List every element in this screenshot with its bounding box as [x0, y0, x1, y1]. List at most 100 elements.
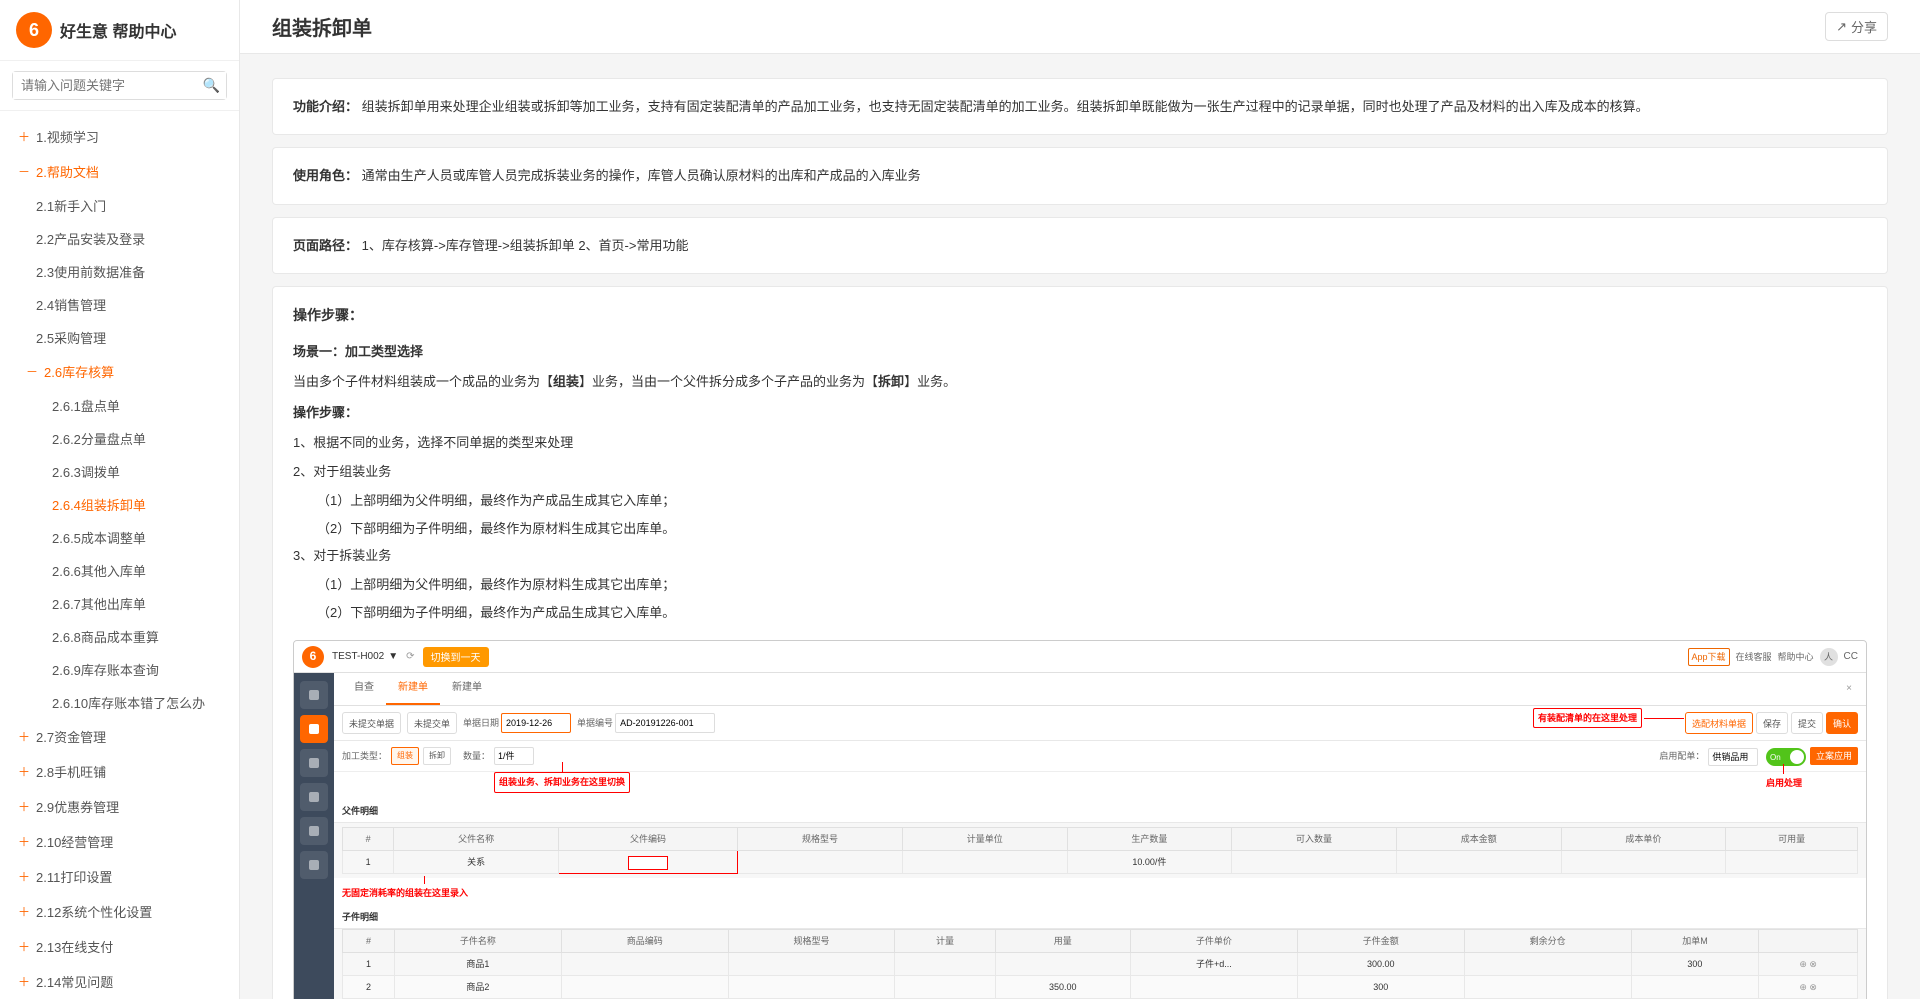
- sidebar-item-stock-query[interactable]: 2.6.9库存账本查询: [0, 653, 239, 686]
- sidebar-item-assembly[interactable]: 2.6.4组装拆卸单: [0, 488, 239, 521]
- mock-no-label: 单据编号: [577, 715, 613, 731]
- table-row: 1 关系 10.00/件: [343, 851, 1858, 874]
- search-icon[interactable]: 🔍: [203, 77, 220, 94]
- mock-type-disassembly-btn[interactable]: 拆卸: [423, 747, 451, 765]
- sidebar-item-mobile[interactable]: ＋ 2.8手机旺铺: [0, 754, 239, 789]
- toggle-on-text: On: [1770, 751, 1781, 765]
- mock-apply-btn[interactable]: 立案应用: [1810, 747, 1858, 765]
- share-button[interactable]: ↗ 分享: [1825, 12, 1888, 41]
- mock-uncommitted-btn[interactable]: 未提交单据: [342, 712, 401, 734]
- plus-icon6: ＋: [16, 869, 32, 885]
- sidebar-item-install[interactable]: 2.2产品安装及登录: [0, 222, 239, 255]
- mock-toggle-knob: [1790, 750, 1804, 764]
- search-input[interactable]: [13, 72, 226, 99]
- sidebar-item-new-user[interactable]: 2.1新手入门: [0, 189, 239, 222]
- mock-upper-table: # 父件名称 父件编码 规格型号 计量单位 生产数量 可入数量 成本金额 成本单: [342, 827, 1858, 874]
- mock-date-input[interactable]: [501, 713, 571, 733]
- mock-td-parent-name: 关系: [394, 851, 559, 874]
- sidebar: 6 好生意 帮助中心 🔍 ＋ 1.视频学习 － 2.帮助文档 2.1新手入门 2…: [0, 0, 240, 999]
- mock-th-in-qty: 可入数量: [1232, 827, 1397, 850]
- annotation-enable-hint: 启用处理: [1762, 764, 1806, 792]
- sidebar-item-split-stock[interactable]: 2.6.2分量盘点单: [0, 422, 239, 455]
- step-2: 2、对于组装业务: [293, 460, 1867, 483]
- mock-th-child-extra: 加单M: [1631, 929, 1759, 952]
- sidebar-item-print[interactable]: ＋ 2.11打印设置: [0, 859, 239, 894]
- share-icon: ↗: [1836, 19, 1847, 35]
- mock-submit-btn[interactable]: 提交: [1791, 712, 1823, 734]
- mock-type-assembly-btn[interactable]: 组装: [391, 747, 419, 765]
- mock-parent-code-input[interactable]: [628, 856, 668, 870]
- mock-row-action[interactable]: ⊕ ⊗: [1799, 959, 1817, 969]
- mock-th-spec: 规格型号: [738, 827, 903, 850]
- mock-th-child-action: [1759, 929, 1858, 952]
- mock-screenshot-container: 6 TEST-H002 ▼ ⟳ 切换到一天 App下载 在线客服 帮助中心 人: [293, 640, 1867, 999]
- mock-toolbar: 未提交单据 未提交单 单据日期 单据编号: [334, 706, 1866, 741]
- mock-row-action2[interactable]: ⊕ ⊗: [1799, 982, 1817, 992]
- scenario1-intro-text: 当由多个子件材料组装成一个成品的业务为【组装】业务，当由一个父件拆分成多个子产品…: [293, 374, 956, 389]
- mock-th-child-qty: 用量: [995, 929, 1130, 952]
- sidebar-item-other-in[interactable]: 2.6.6其他入库单: [0, 554, 239, 587]
- mock-tab-close: ×: [1840, 673, 1858, 705]
- sidebar-item-stock-err[interactable]: 2.6.10库存账本错了怎么办: [0, 686, 239, 719]
- intro-text: 组装拆卸单用来处理企业组装或拆卸等加工业务，支持有固定装配清单的产品加工业务，也…: [362, 99, 1649, 114]
- step-2-1: （1）上部明细为父件明细，最终作为产成品生成其它入库单；: [317, 489, 1867, 512]
- sidebar-item-video[interactable]: ＋ 1.视频学习: [0, 119, 239, 154]
- sidebar-item-custom[interactable]: ＋ 2.12系统个性化设置: [0, 894, 239, 929]
- ops-steps-label: 操作步骤：: [293, 401, 1867, 424]
- mock-toggle-on[interactable]: On: [1766, 748, 1806, 766]
- sidebar-header: 6 好生意 帮助中心: [0, 0, 239, 61]
- sidebar-item-cost-calc[interactable]: 2.6.8商品成本重算: [0, 620, 239, 653]
- mock-user-icon: 人: [1820, 648, 1838, 666]
- mock-enable-input[interactable]: [1708, 748, 1758, 766]
- sidebar-item-data-prep[interactable]: 2.3使用前数据准备: [0, 255, 239, 288]
- sidebar-item-online-pay[interactable]: ＋ 2.13在线支付: [0, 929, 239, 964]
- mock-uncommitted-btn2[interactable]: 未提交单: [407, 712, 457, 734]
- sidebar-item-other-out[interactable]: 2.6.7其他出库单: [0, 587, 239, 620]
- role-text: 通常由生产人员或库管人员完成拆装业务的操作，库管人员确认原材料的出库和产成品的入…: [362, 168, 921, 183]
- mock-refresh-icon: ⟳: [406, 648, 414, 666]
- mock-type-label: 加工类型：: [342, 748, 387, 764]
- mock-confirm-btn[interactable]: 确认: [1826, 712, 1858, 734]
- ops-section: 操作步骤： 场景一：加工类型选择 当由多个子件材料组装成一个成品的业务为【组装】…: [272, 286, 1888, 999]
- plus-icon2: ＋: [16, 729, 32, 745]
- mock-goods-label: 数量：: [463, 748, 490, 764]
- sidebar-item-coupon[interactable]: ＋ 2.9优惠券管理: [0, 789, 239, 824]
- sidebar-item-docs[interactable]: － 2.帮助文档: [0, 154, 239, 189]
- mock-td-cost-unit: [1561, 851, 1726, 874]
- mock-switch-btn[interactable]: 切换到一天: [423, 647, 489, 667]
- mock-sidebar: [294, 673, 334, 999]
- step-3-2: （2）下部明细为子件明细，最终作为产成品生成其它入库单。: [317, 601, 1867, 624]
- sidebar-item-sales[interactable]: 2.4销售管理: [0, 288, 239, 321]
- annotation-assembly-text: 有装配清单的在这里处理: [1533, 708, 1642, 728]
- sidebar-item-finance[interactable]: ＋ 2.7资金管理: [0, 719, 239, 754]
- mock-no-input[interactable]: [615, 713, 715, 733]
- sidebar-item-stocktake[interactable]: 2.6.1盘点单: [0, 389, 239, 422]
- mock-save-btn[interactable]: 保存: [1756, 712, 1788, 734]
- mock-th-child-unit: 计量: [895, 929, 995, 952]
- mock-sidebar-icon1: [300, 681, 328, 709]
- sidebar-item-adjust[interactable]: 2.6.3调拨单: [0, 455, 239, 488]
- sidebar-item-cost-adjust[interactable]: 2.6.5成本调整单: [0, 521, 239, 554]
- mock-td-prod-qty: 10.00/件: [1067, 851, 1232, 874]
- ops-title: 操作步骤：: [293, 303, 1867, 328]
- mock-sidebar-icon2: [300, 715, 328, 743]
- mock-th-child-amt: 子件金额: [1297, 929, 1464, 952]
- mock-tab-list[interactable]: 自查: [342, 673, 386, 705]
- mock-date-label: 单据日期: [463, 715, 499, 731]
- path-text: 1、库存核算->库存管理->组装拆卸单 2、首页->常用功能: [362, 238, 689, 253]
- sidebar-item-faq[interactable]: ＋ 2.14常见问题: [0, 964, 239, 999]
- search-box: 🔍: [0, 61, 239, 111]
- mock-select-material-btn[interactable]: 选配材料单据: [1685, 712, 1753, 734]
- mock-tab-new2[interactable]: 新建单: [440, 673, 494, 705]
- mock-sidebar-icon4: [300, 783, 328, 811]
- mock-body: 自查 新建单 新建单 × 未提交单据 未提交单 单据: [294, 673, 1866, 999]
- mock-child-section-title: 子件明细: [334, 906, 1866, 929]
- mock-th-child-name: 子件名称: [394, 929, 561, 952]
- mock-td-num: 1: [343, 851, 394, 874]
- mock-tab-new[interactable]: 新建单: [386, 673, 440, 705]
- sidebar-item-purchase[interactable]: 2.5采购管理: [0, 321, 239, 354]
- sidebar-item-inventory[interactable]: － 2.6库存核算: [0, 354, 239, 389]
- role-section: 使用角色： 通常由生产人员或库管人员完成拆装业务的操作，库管人员确认原材料的出库…: [272, 147, 1888, 204]
- plus-icon5: ＋: [16, 834, 32, 850]
- sidebar-item-ops[interactable]: ＋ 2.10经营管理: [0, 824, 239, 859]
